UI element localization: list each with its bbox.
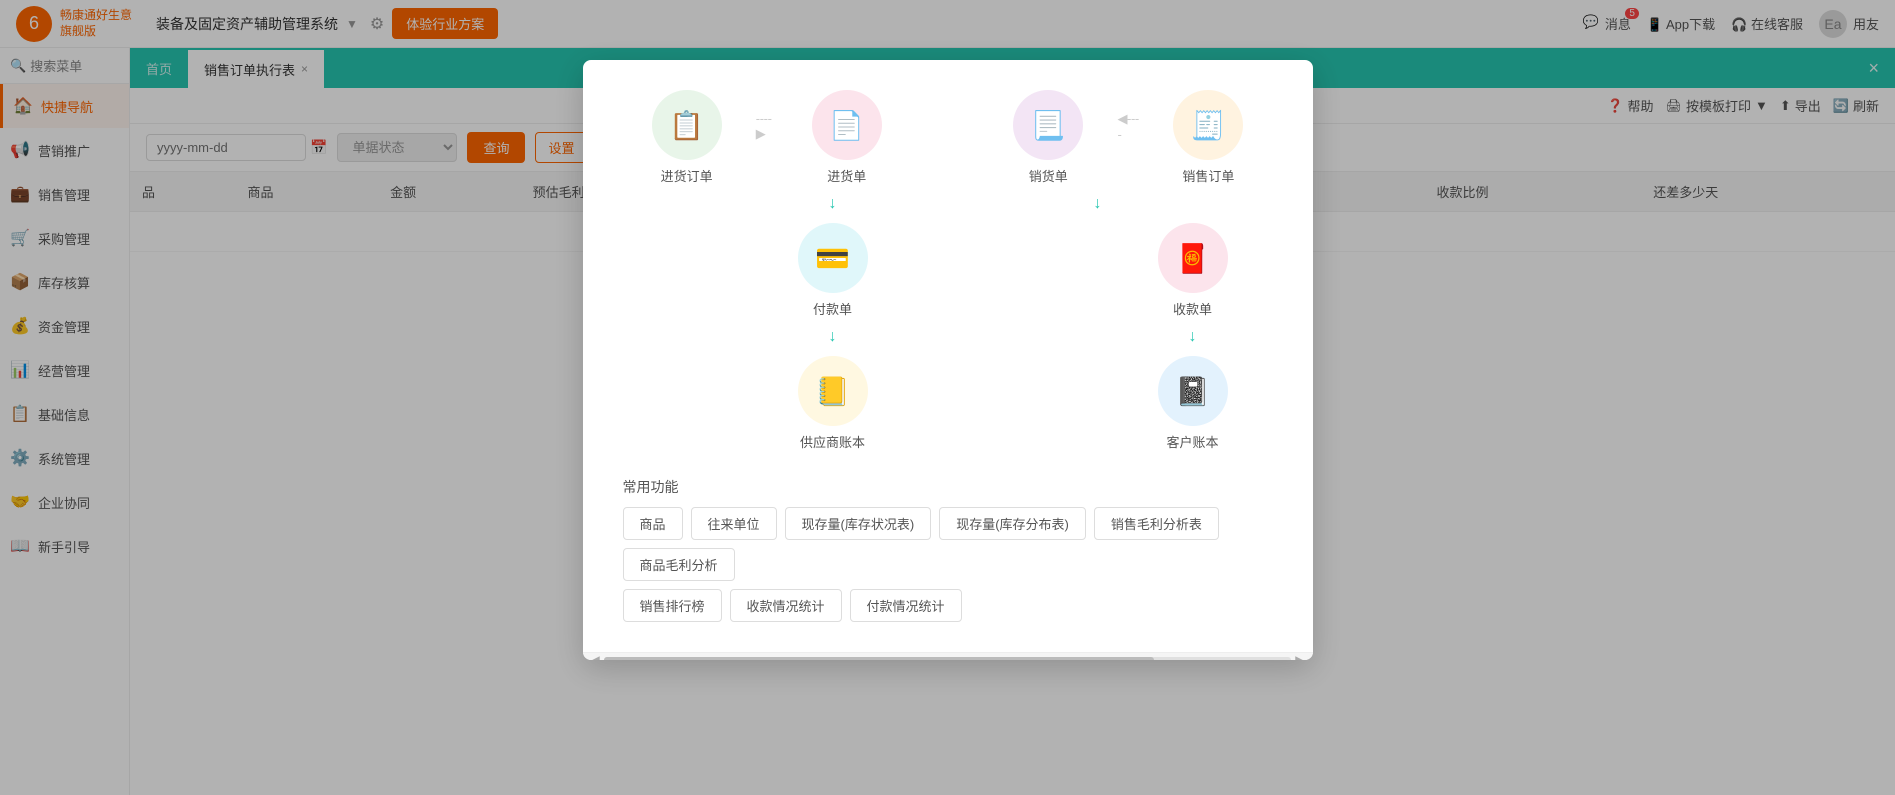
sales-bill-label: 销货单: [1029, 166, 1068, 185]
flow-node-sales-bill[interactable]: 📃 销货单: [984, 90, 1112, 185]
purchase-bill-icon: 📄: [829, 109, 864, 142]
flow-node-receipt[interactable]: 🧧 收款单: [1123, 223, 1263, 318]
sales-order-circle: 🧾: [1173, 90, 1243, 160]
flow-node-purchase-bill[interactable]: 📄 进货单: [783, 90, 911, 185]
flow-node-payment[interactable]: 💳 付款单: [763, 223, 903, 318]
scrollbar-track[interactable]: [604, 657, 1292, 661]
flow-node-supplier-ledger[interactable]: 📒 供应商账本: [763, 356, 903, 451]
purchase-order-circle: 📋: [652, 90, 722, 160]
sales-order-icon: 🧾: [1191, 109, 1226, 142]
func-btn-payment-stats[interactable]: 付款情况统计: [850, 589, 962, 622]
modal-scrollbar: ◀ ▶: [583, 652, 1313, 660]
func-btn-stock-status[interactable]: 现存量(库存状况表): [785, 507, 932, 540]
customer-ledger-label: 客户账本: [1166, 432, 1218, 451]
func-btn-sales-profit[interactable]: 销售毛利分析表: [1094, 507, 1219, 540]
func-btn-receipt-stats[interactable]: 收款情况统计: [730, 589, 842, 622]
flow-node-purchase-order[interactable]: 📋 进货订单: [623, 90, 751, 185]
supplier-ledger-label: 供应商账本: [800, 432, 865, 451]
scroll-left-icon[interactable]: ◀: [587, 653, 604, 661]
flow-row-1: 📋 进货订单 - - - - ▶ 📄: [623, 90, 1273, 185]
flow-row-2: 💳 付款单 🧧 收款单: [753, 223, 1273, 318]
arrow-down-payment: ↓: [763, 328, 903, 346]
receipt-label: 收款单: [1173, 299, 1212, 318]
sales-bill-icon: 📃: [1031, 109, 1066, 142]
scroll-right-icon[interactable]: ▶: [1291, 653, 1308, 661]
func-buttons-row-2: 销售排行榜 收款情况统计 付款情况统计: [623, 589, 1273, 622]
modal-box: 📋 进货订单 - - - - ▶ 📄: [583, 60, 1313, 660]
flow-diagram: 📋 进货订单 - - - - ▶ 📄: [623, 90, 1273, 461]
flow-row-3: 📒 供应商账本 📓 客户账本: [753, 356, 1273, 451]
func-btn-units[interactable]: 往来单位: [691, 507, 777, 540]
arrow-down-purchase: ↓: [798, 195, 868, 213]
purchase-bill-label: 进货单: [827, 166, 866, 185]
app-wrapper: 6 畅康通好生意 旗舰版 装备及固定资产辅助管理系统 ▼ ⚙ 体验行业方案 💬 …: [0, 0, 1895, 795]
payment-icon: 💳: [815, 242, 850, 275]
purchase-bill-circle: 📄: [812, 90, 882, 160]
flow-row-arrows-1: ↓ ↓: [623, 195, 1273, 213]
scrollbar-thumb: [604, 657, 1154, 661]
sales-bill-circle: 📃: [1013, 90, 1083, 160]
flow-node-sales-order[interactable]: 🧾 销售订单: [1144, 90, 1272, 185]
arrow-down-receipt: ↓: [1123, 328, 1263, 346]
common-functions: 常用功能 商品 往来单位 现存量(库存状况表) 现存量(库存分布表) 销售毛利分…: [623, 461, 1273, 622]
customer-ledger-icon: 📓: [1175, 375, 1210, 408]
arrow-h-1: - - - - ▶: [756, 111, 778, 164]
customer-ledger-circle: 📓: [1158, 356, 1228, 426]
func-btn-goods[interactable]: 商品: [623, 507, 683, 540]
modal-overlay[interactable]: 📋 进货订单 - - - - ▶ 📄: [0, 0, 1895, 795]
supplier-ledger-icon: 📒: [815, 375, 850, 408]
receipt-circle: 🧧: [1158, 223, 1228, 293]
purchase-order-icon: 📋: [669, 109, 704, 142]
func-btn-goods-profit[interactable]: 商品毛利分析: [623, 548, 735, 581]
func-buttons-row-1: 商品 往来单位 现存量(库存状况表) 现存量(库存分布表) 销售毛利分析表 商品…: [623, 507, 1273, 581]
modal-content: 📋 进货订单 - - - - ▶ 📄: [583, 60, 1313, 652]
arrow-h-2: ◀ - - - -: [1117, 111, 1139, 164]
func-btn-stock-dist[interactable]: 现存量(库存分布表): [939, 507, 1086, 540]
common-functions-title: 常用功能: [623, 477, 1273, 497]
func-btn-sales-rank[interactable]: 销售排行榜: [623, 589, 722, 622]
payment-label: 付款单: [813, 299, 852, 318]
sales-order-label: 销售订单: [1182, 166, 1234, 185]
flow-row-arrows-2: ↓ ↓: [753, 328, 1273, 346]
purchase-order-label: 进货订单: [661, 166, 713, 185]
flow-node-customer-ledger[interactable]: 📓 客户账本: [1123, 356, 1263, 451]
arrow-down-sales: ↓: [1063, 195, 1133, 213]
receipt-icon: 🧧: [1175, 242, 1210, 275]
supplier-ledger-circle: 📒: [798, 356, 868, 426]
payment-circle: 💳: [798, 223, 868, 293]
